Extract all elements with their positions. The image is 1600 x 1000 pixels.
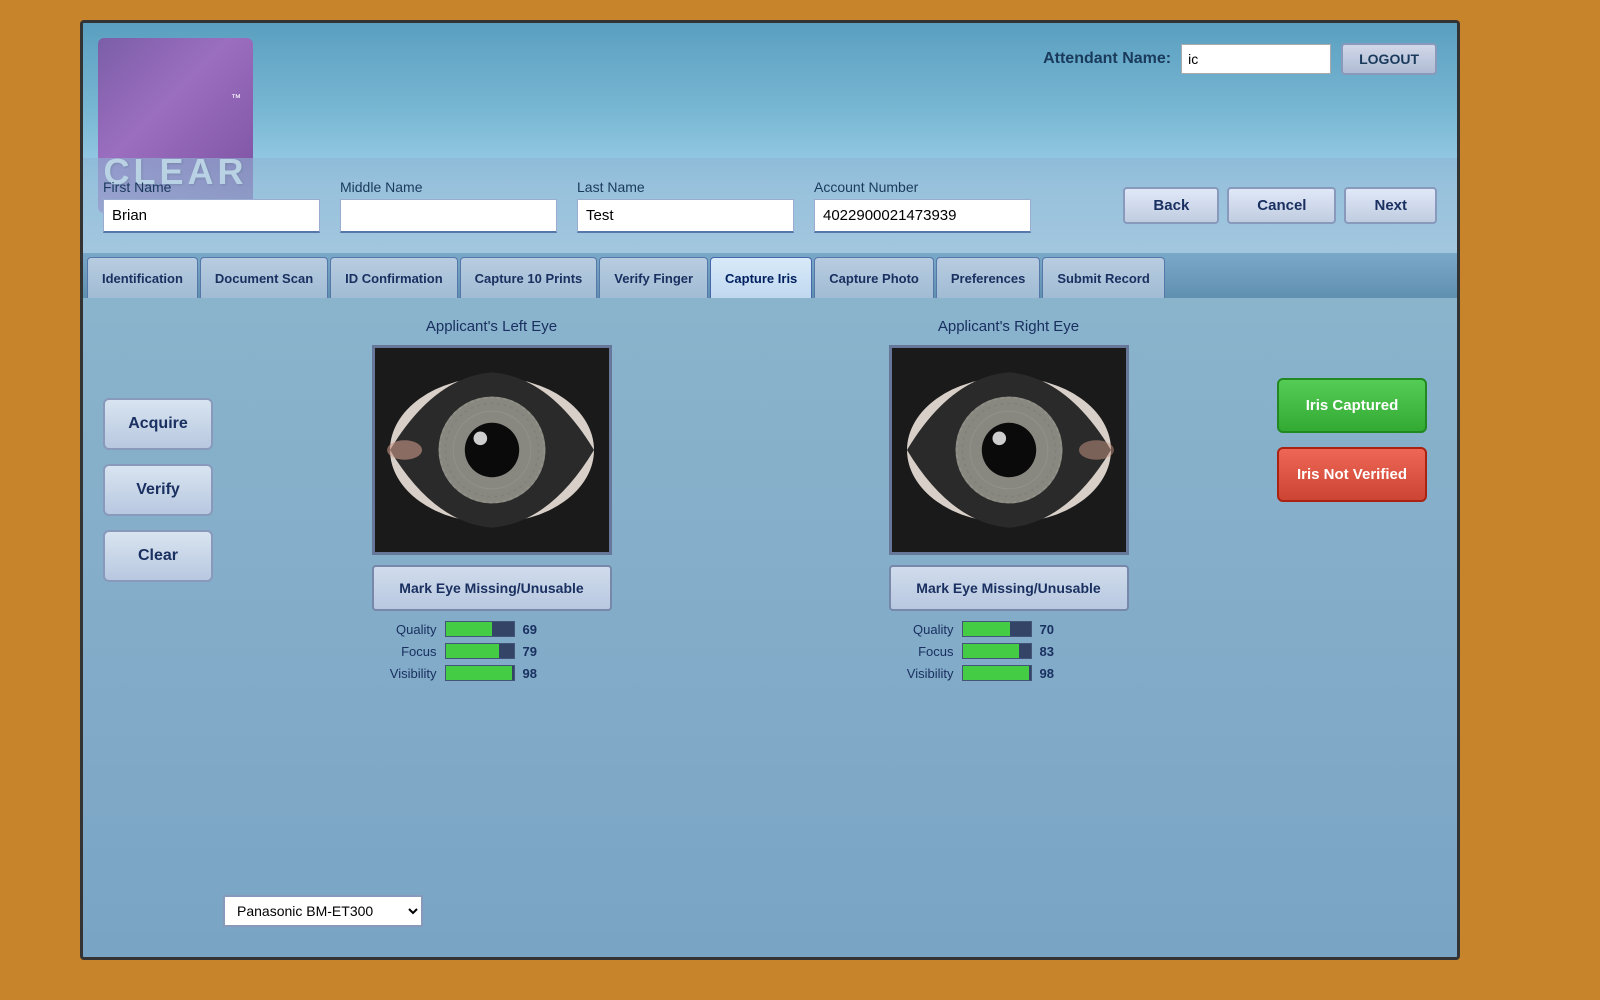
tab-id-confirmation[interactable]: ID Confirmation <box>330 257 458 298</box>
left-eye-mark-button[interactable]: Mark Eye Missing/Unusable <box>372 565 612 611</box>
acquire-button[interactable]: Acquire <box>103 398 213 450</box>
right-visibility-bar-bg <box>962 665 1032 681</box>
tab-capture-photo[interactable]: Capture Photo <box>814 257 934 298</box>
right-quality-row: Quality 70 <box>889 621 1129 637</box>
tab-capture-iris[interactable]: Capture Iris <box>710 257 812 298</box>
logout-button[interactable]: LOGOUT <box>1341 43 1437 75</box>
main-screen: CLEAR ™ Attendant Name: LOGOUT First Nam… <box>80 20 1460 960</box>
left-quality-label: Quality <box>372 622 437 637</box>
middle-name-label: Middle Name <box>340 179 557 195</box>
left-focus-label: Focus <box>372 644 437 659</box>
first-name-label: First Name <box>103 179 320 195</box>
left-visibility-value: 98 <box>523 666 537 681</box>
account-number-label: Account Number <box>814 179 1031 195</box>
right-focus-value: 83 <box>1040 644 1054 659</box>
right-eye-title: Applicant's Right Eye <box>938 318 1079 335</box>
iris-captured-badge: Iris Captured <box>1277 378 1427 433</box>
right-quality-label: Quality <box>889 622 954 637</box>
first-name-input[interactable] <box>103 199 320 233</box>
left-focus-row: Focus 79 <box>372 643 612 659</box>
middle-name-input[interactable] <box>340 199 557 233</box>
left-visibility-bar-fill <box>446 666 513 680</box>
right-visibility-value: 98 <box>1040 666 1054 681</box>
form-area: First Name Middle Name Last Name Account… <box>83 158 1457 253</box>
header: CLEAR ™ Attendant Name: LOGOUT First Nam… <box>83 23 1457 253</box>
tab-submit-record[interactable]: Submit Record <box>1042 257 1164 298</box>
left-eye-panel: Applicant's Left Eye <box>243 318 740 937</box>
right-eye-metrics: Quality 70 Focus 83 Visibi <box>889 621 1129 681</box>
right-focus-bar-bg <box>962 643 1032 659</box>
last-name-input[interactable] <box>577 199 794 233</box>
status-panel: Iris Captured Iris Not Verified <box>1277 318 1437 937</box>
back-button[interactable]: Back <box>1123 187 1219 224</box>
account-number-field: Account Number <box>814 179 1031 233</box>
left-focus-value: 79 <box>523 644 537 659</box>
left-eye-title: Applicant's Left Eye <box>426 318 557 335</box>
right-eye-panel: Applicant's Right Eye <box>760 318 1257 937</box>
left-visibility-bar-bg <box>445 665 515 681</box>
right-focus-row: Focus 83 <box>889 643 1129 659</box>
eyes-container: Applicant's Left Eye <box>243 318 1257 937</box>
left-panel: Acquire Verify Clear <box>103 318 223 937</box>
attendant-area: Attendant Name: LOGOUT <box>1043 43 1437 75</box>
last-name-label: Last Name <box>577 179 794 195</box>
left-eye-image <box>372 345 612 555</box>
camera-dropdown-area: Panasonic BM-ET300 <box>223 895 423 927</box>
attendant-input[interactable] <box>1181 44 1331 74</box>
clear-button[interactable]: Clear <box>103 530 213 582</box>
tab-capture-10-prints[interactable]: Capture 10 Prints <box>460 257 598 298</box>
verify-button[interactable]: Verify <box>103 464 213 516</box>
cancel-button[interactable]: Cancel <box>1227 187 1336 224</box>
last-name-field: Last Name <box>577 179 794 233</box>
account-number-input[interactable] <box>814 199 1031 233</box>
left-quality-value: 69 <box>523 622 537 637</box>
right-quality-bar-fill <box>963 622 1011 636</box>
left-quality-bar-fill <box>446 622 493 636</box>
left-visibility-row: Visibility 98 <box>372 665 612 681</box>
left-focus-bar-bg <box>445 643 515 659</box>
camera-select[interactable]: Panasonic BM-ET300 <box>223 895 423 927</box>
next-button[interactable]: Next <box>1344 187 1437 224</box>
iris-not-verified-badge: Iris Not Verified <box>1277 447 1427 502</box>
right-visibility-label: Visibility <box>889 666 954 681</box>
main-content: Acquire Verify Clear Applicant's Left Ey… <box>83 298 1457 957</box>
tab-preferences[interactable]: Preferences <box>936 257 1040 298</box>
right-quality-bar-bg <box>962 621 1032 637</box>
right-visibility-bar-fill <box>963 666 1030 680</box>
logo-tm: ™ <box>231 93 241 104</box>
left-visibility-label: Visibility <box>372 666 437 681</box>
right-focus-bar-fill <box>963 644 1019 658</box>
left-eye-metrics: Quality 69 Focus 79 Visibi <box>372 621 612 681</box>
left-quality-row: Quality 69 <box>372 621 612 637</box>
right-focus-label: Focus <box>889 644 954 659</box>
right-quality-value: 70 <box>1040 622 1054 637</box>
tab-verify-finger[interactable]: Verify Finger <box>599 257 708 298</box>
tab-identification[interactable]: Identification <box>87 257 198 298</box>
left-focus-bar-fill <box>446 644 500 658</box>
right-eye-mark-button[interactable]: Mark Eye Missing/Unusable <box>889 565 1129 611</box>
middle-name-field: Middle Name <box>340 179 557 233</box>
first-name-field: First Name <box>103 179 320 233</box>
attendant-label: Attendant Name: <box>1043 50 1171 68</box>
form-buttons: Back Cancel Next <box>1123 187 1437 224</box>
tab-document-scan[interactable]: Document Scan <box>200 257 328 298</box>
right-eye-image <box>889 345 1129 555</box>
left-quality-bar-bg <box>445 621 515 637</box>
right-visibility-row: Visibility 98 <box>889 665 1129 681</box>
tabs-bar: Identification Document Scan ID Confirma… <box>83 253 1457 298</box>
